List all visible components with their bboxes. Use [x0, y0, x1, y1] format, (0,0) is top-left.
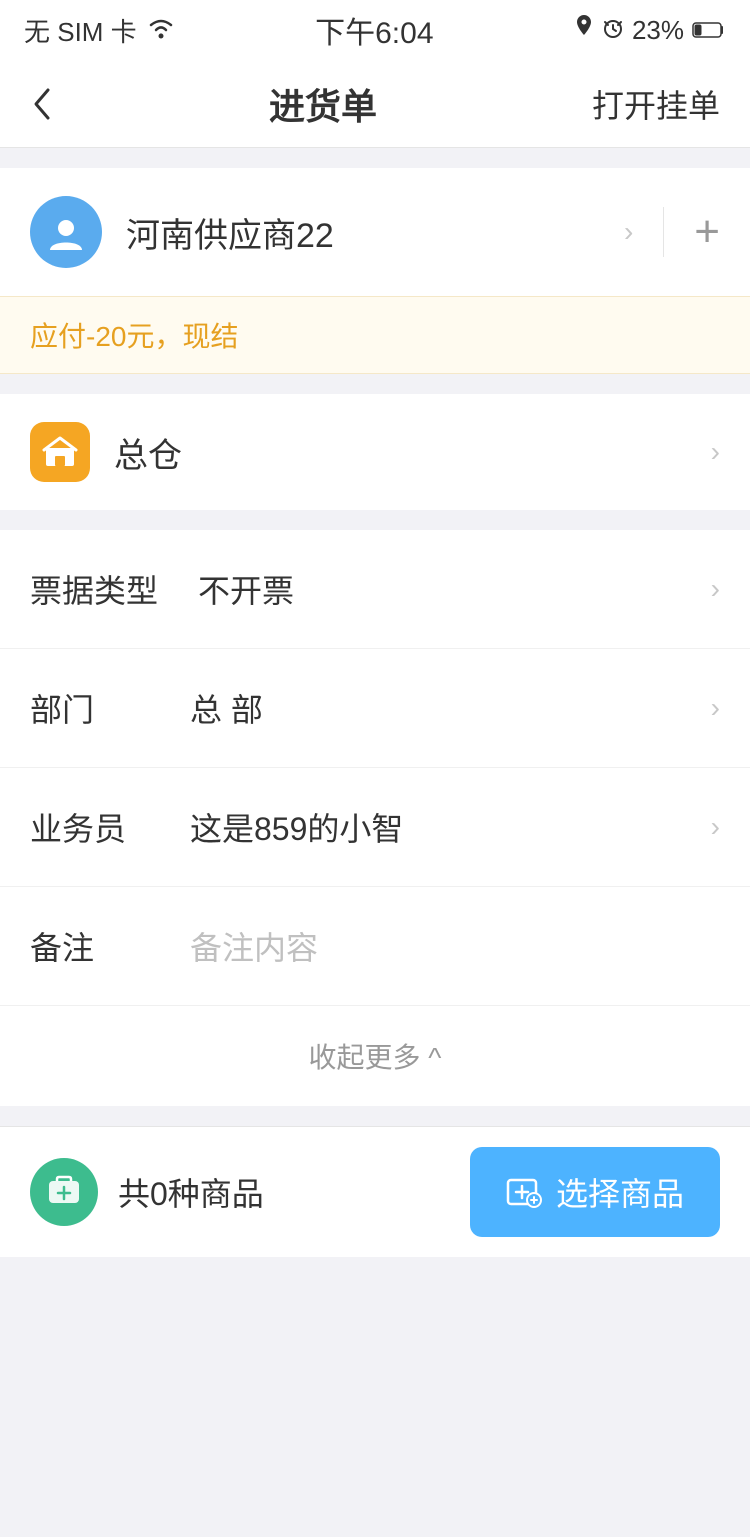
product-icon-wrap	[30, 1158, 98, 1226]
department-value: 总 部	[190, 685, 711, 731]
collapse-button[interactable]: 收起更多 ^	[0, 1006, 750, 1106]
status-right: 23%	[574, 15, 726, 46]
warehouse-name: 总仓	[114, 428, 711, 477]
add-supplier-button[interactable]: +	[694, 207, 720, 257]
collapse-label: 收起更多 ^	[309, 1036, 442, 1076]
salesperson-label: 业务员	[30, 804, 150, 850]
supplier-chevron-icon: ›	[624, 216, 633, 248]
section-gap-2	[0, 374, 750, 394]
supplier-divider	[663, 207, 664, 257]
warehouse-chevron-icon: ›	[711, 436, 720, 468]
warehouse-section: 总仓 ›	[0, 394, 750, 510]
warehouse-row[interactable]: 总仓 ›	[0, 394, 750, 510]
supplier-section: 河南供应商22 › + 应付-20元，现结	[0, 168, 750, 374]
status-bar: 无 SIM 卡 下午6:04 23%	[0, 0, 750, 60]
bottom-fill	[0, 1257, 750, 1537]
invoice-type-row[interactable]: 票据类型 不开票 ›	[0, 530, 750, 649]
remark-input[interactable]: 备注内容	[190, 923, 720, 969]
select-product-icon	[506, 1174, 542, 1210]
carrier-label: 无 SIM 卡	[24, 12, 137, 49]
select-product-button[interactable]: 选择商品	[470, 1147, 720, 1237]
battery-label: 23%	[632, 15, 684, 46]
back-button[interactable]	[30, 82, 54, 126]
select-product-label: 选择商品	[556, 1169, 684, 1215]
remark-label: 备注	[30, 923, 150, 969]
department-label: 部门	[30, 685, 150, 731]
status-left: 无 SIM 卡	[24, 12, 175, 49]
salesperson-row[interactable]: 业务员 这是859的小智 ›	[0, 768, 750, 887]
supplier-row[interactable]: 河南供应商22 › +	[0, 168, 750, 296]
wifi-icon	[147, 15, 175, 46]
supplier-avatar	[30, 196, 102, 268]
invoice-type-value: 不开票	[198, 566, 711, 612]
location-icon	[574, 15, 594, 46]
page-title: 进货单	[269, 78, 377, 130]
status-time: 下午6:04	[315, 8, 433, 52]
department-chevron-icon: ›	[711, 692, 720, 724]
form-section: 票据类型 不开票 › 部门 总 部 › 业务员 这是859的小智 › 备注 备注…	[0, 530, 750, 1106]
notice-text: 应付-20元，现结	[30, 321, 238, 352]
salesperson-chevron-icon: ›	[711, 811, 720, 843]
nav-bar: 进货单 打开挂单	[0, 60, 750, 148]
department-row[interactable]: 部门 总 部 ›	[0, 649, 750, 768]
section-gap-1	[0, 148, 750, 168]
invoice-type-chevron-icon: ›	[711, 573, 720, 605]
remark-row[interactable]: 备注 备注内容	[0, 887, 750, 1005]
alarm-icon	[602, 15, 624, 46]
product-count-label: 共0种商品	[118, 1169, 470, 1215]
invoice-type-label: 票据类型	[30, 566, 158, 612]
supplier-name: 河南供应商22	[126, 208, 624, 257]
section-gap-3	[0, 510, 750, 530]
warehouse-icon-wrap	[30, 422, 90, 482]
notice-banner: 应付-20元，现结	[0, 296, 750, 374]
salesperson-value: 这是859的小智	[190, 804, 711, 850]
battery-icon	[692, 15, 726, 46]
open-pending-button[interactable]: 打开挂单	[592, 81, 720, 127]
section-gap-4	[0, 1106, 750, 1126]
product-bar: 共0种商品 选择商品	[0, 1126, 750, 1257]
